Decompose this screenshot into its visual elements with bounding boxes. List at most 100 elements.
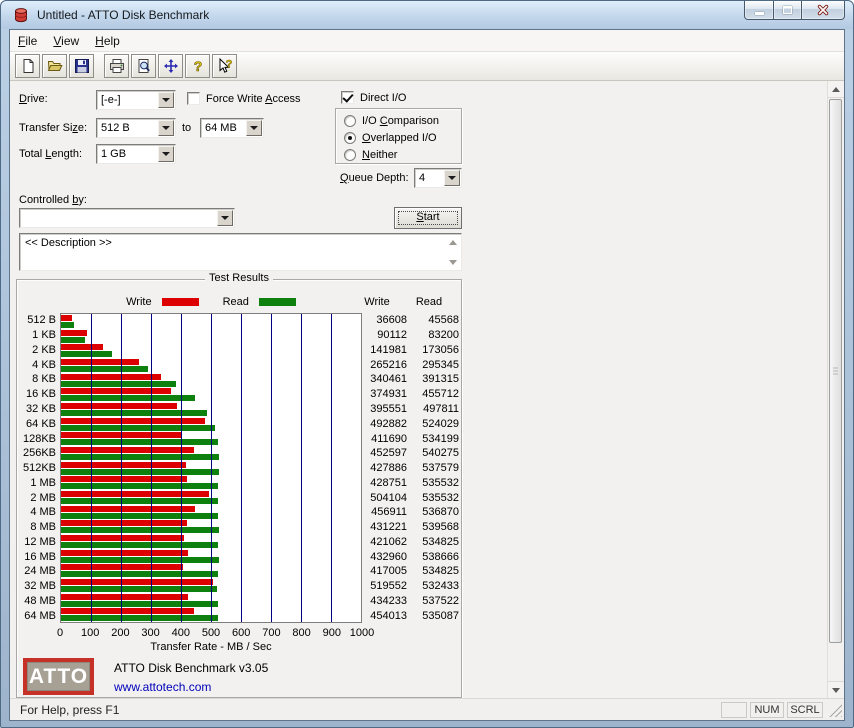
read-bar <box>61 542 218 549</box>
queue-depth-value: 4 <box>419 172 426 184</box>
toolbar: ? ? <box>10 52 844 81</box>
row-label: 512 B <box>27 314 56 327</box>
chevron-down-icon[interactable] <box>444 170 460 186</box>
force-write-access-checkbox[interactable] <box>187 92 200 105</box>
read-bar <box>61 322 75 328</box>
chart-legend: Write Read <box>60 296 362 308</box>
maximize-button[interactable] <box>773 1 802 20</box>
drive-combobox[interactable]: [-e-] <box>96 90 176 110</box>
website-link[interactable]: www.attotech.com <box>114 680 211 694</box>
chevron-down-icon[interactable] <box>158 120 174 136</box>
vertical-scrollbar[interactable] <box>827 81 844 698</box>
write-bar <box>61 388 171 395</box>
scrollbar-thumb[interactable] <box>829 99 842 643</box>
maximize-icon <box>783 6 792 14</box>
print-preview-button[interactable] <box>131 54 156 78</box>
x-tick-label: 400 <box>171 627 190 639</box>
read-value: 45568 <box>428 314 459 327</box>
menu-file[interactable]: File <box>10 32 45 50</box>
help-button[interactable]: ? <box>185 54 210 78</box>
scroll-up-icon[interactable] <box>447 236 459 248</box>
atto-logo-text: ATTO <box>28 664 89 688</box>
write-value: 340461 <box>370 373 407 386</box>
row-label: 16 KB <box>26 388 56 401</box>
total-length-combobox[interactable]: 1 GB <box>96 144 176 164</box>
help-icon: ? <box>193 58 202 74</box>
status-bar: For Help, press F1 NUM SCRL <box>10 698 844 720</box>
io-comparison-label: I/O Comparison <box>362 115 440 127</box>
direct-io-label: Direct I/O <box>360 92 407 104</box>
read-value: 535532 <box>422 491 459 504</box>
read-value: 537579 <box>422 462 459 475</box>
transfer-from-combobox[interactable]: 512 B <box>96 118 176 138</box>
status-pane-empty <box>721 701 747 718</box>
read-bar <box>61 615 218 622</box>
save-button[interactable] <box>69 54 94 78</box>
read-bar <box>61 439 218 446</box>
queue-depth-combobox[interactable]: 4 <box>414 168 462 188</box>
window-title: Untitled - ATTO Disk Benchmark <box>37 8 210 22</box>
menu-help[interactable]: Help <box>87 32 128 50</box>
read-value: 83200 <box>428 329 459 342</box>
chevron-down-icon[interactable] <box>217 210 233 226</box>
context-help-button[interactable]: ? <box>212 54 237 78</box>
read-bar <box>61 454 220 461</box>
read-value: 534825 <box>422 535 459 548</box>
write-value: 431221 <box>370 521 407 534</box>
to-label: to <box>182 122 192 134</box>
controlled-by-combobox[interactable] <box>19 208 235 228</box>
minimize-icon <box>754 11 764 15</box>
write-bar <box>61 579 214 586</box>
read-bar <box>61 351 112 358</box>
minimize-button[interactable] <box>744 1 774 20</box>
read-value: 524029 <box>422 417 459 430</box>
write-value: 411690 <box>371 432 407 445</box>
write-bar <box>61 491 209 498</box>
close-button[interactable] <box>801 1 845 20</box>
read-value: 537522 <box>422 594 459 607</box>
overlapped-io-radio[interactable] <box>344 132 356 144</box>
read-value: 295345 <box>422 358 459 371</box>
print-button[interactable] <box>104 54 129 78</box>
menu-view[interactable]: View <box>45 32 87 50</box>
close-icon <box>817 4 829 16</box>
row-label: 64 KB <box>26 417 56 430</box>
legend-read-label: Read <box>222 296 249 308</box>
io-comparison-radio[interactable] <box>344 115 356 127</box>
client-area: File View Help ? ? Drive: [-e-] Force Wr… <box>9 29 845 721</box>
read-color-swatch <box>258 298 296 306</box>
transfer-to-value: 64 MB <box>205 122 237 134</box>
gridline <box>121 314 122 622</box>
open-button[interactable] <box>42 54 67 78</box>
read-bar <box>61 410 207 417</box>
neither-radio[interactable] <box>344 149 356 161</box>
row-label: 8 MB <box>30 521 56 534</box>
write-value: 504104 <box>370 491 407 504</box>
move-button[interactable] <box>158 54 183 78</box>
bar-chart-plot <box>60 313 362 623</box>
scrollbar-down-arrow[interactable] <box>828 681 844 698</box>
direct-io-checkbox[interactable] <box>341 91 354 104</box>
scroll-down-icon[interactable] <box>447 256 459 268</box>
row-label: 2 KB <box>32 343 56 356</box>
description-box[interactable]: << Description >> <box>19 233 462 271</box>
resize-grip-icon[interactable] <box>828 703 842 717</box>
gridline <box>91 314 92 622</box>
scrollbar-up-arrow[interactable] <box>828 81 844 98</box>
transfer-to-combobox[interactable]: 64 MB <box>200 118 264 138</box>
row-label: 16 MB <box>24 550 56 563</box>
write-bar <box>61 447 194 454</box>
read-values-column: 45568 83200 173056 295345 391315 455712 497811… <box>399 313 459 623</box>
x-axis-ticks: 0 100 200 300 400 500 600 700 800 900 1000 <box>57 627 374 639</box>
atto-logo: ATTO <box>23 658 94 695</box>
new-button[interactable] <box>15 54 40 78</box>
write-bar <box>61 476 187 483</box>
chevron-down-icon[interactable] <box>246 120 262 136</box>
total-length-label: Total Length: <box>19 148 83 160</box>
save-floppy-icon <box>74 59 89 73</box>
start-button[interactable]: Start <box>394 207 462 229</box>
read-bar <box>61 380 176 387</box>
chevron-down-icon[interactable] <box>158 92 174 108</box>
write-value: 421062 <box>370 535 407 548</box>
chevron-down-icon[interactable] <box>158 146 174 162</box>
